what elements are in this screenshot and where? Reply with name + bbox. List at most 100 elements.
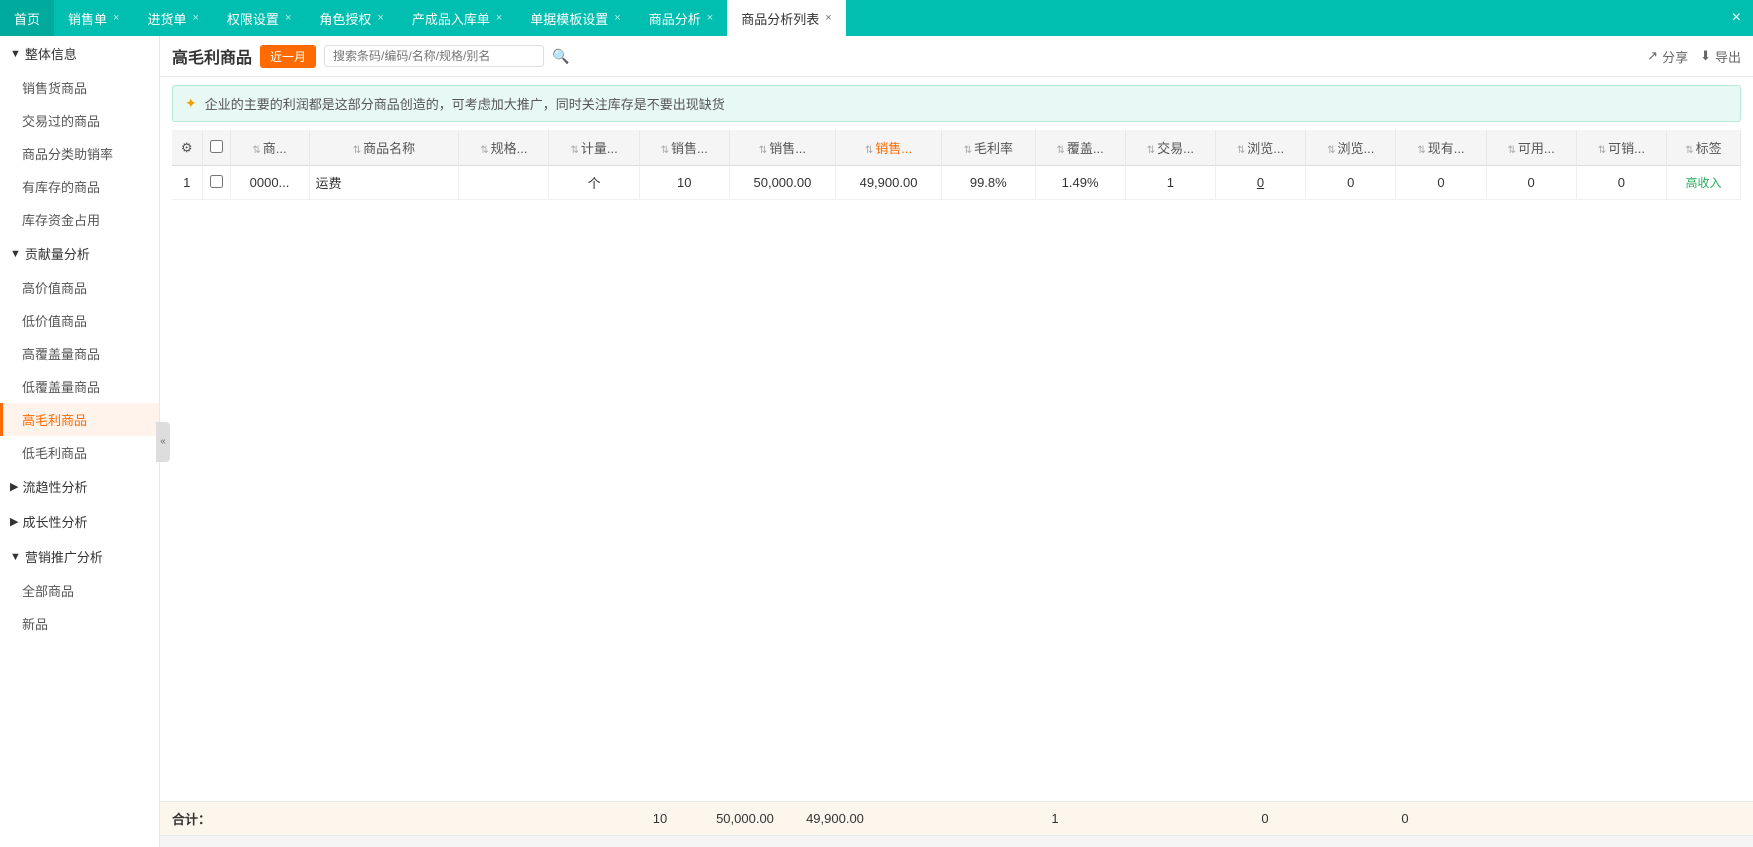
sidebar-item-low-coverage[interactable]: 低覆盖量商品	[0, 370, 159, 403]
nav-label-analysis: 商品分析	[649, 9, 701, 28]
export-icon: ⬇	[1700, 48, 1711, 64]
close-role-icon[interactable]: ×	[377, 12, 383, 24]
nav-item-role[interactable]: 角色授权 ×	[305, 0, 397, 36]
share-icon: ↗	[1647, 48, 1658, 64]
cell-stock-sellable: 0	[1576, 166, 1666, 200]
col-transaction[interactable]: ⇅交易...	[1125, 130, 1215, 166]
page-title: 高毛利商品	[172, 44, 252, 68]
sidebar-item-low-value[interactable]: 低价值商品	[0, 304, 159, 337]
col-settings[interactable]: ⚙	[172, 130, 202, 166]
table-header-row: ⚙ ⇅商... ⇅商品名称 ⇅规格... ⇅计量... ⇅销售... ⇅销售..…	[172, 130, 1741, 166]
footer-sales-cost: 49,900.00	[790, 811, 880, 826]
sidebar-group-marketing[interactable]: ▼ 营销推广分析	[0, 539, 159, 574]
sidebar-group-marketing-label: 营销推广分析	[25, 547, 103, 566]
content-area: 高毛利商品 近一月 🔍 ↗ 分享 ⬇ 导出 ✦ 企业的主要的利润都是这部分商品创…	[160, 36, 1753, 847]
sidebar-group-trend[interactable]: ▶ 流趋性分析	[0, 469, 159, 504]
col-code[interactable]: ⇅商...	[230, 130, 309, 166]
sidebar: ▼ 整体信息 销售货商品 交易过的商品 商品分类助销率 有库存的商品 库存资金占…	[0, 36, 160, 847]
col-spec[interactable]: ⇅规格...	[459, 130, 549, 166]
col-stock-current[interactable]: ⇅现有...	[1396, 130, 1486, 166]
cell-sales-amount: 50,000.00	[729, 166, 835, 200]
info-banner-text: 企业的主要的利润都是这部分商品创造的，可考虑加大推广，同时关注库存是不要出现缺货	[205, 94, 725, 113]
nav-item-purchase[interactable]: 进货单 ×	[133, 0, 212, 36]
nav-item-inventory[interactable]: 产成品入库单 ×	[398, 0, 516, 36]
sidebar-item-category-rate-label: 商品分类助销率	[22, 147, 113, 162]
close-analysis-list-icon[interactable]: ×	[825, 12, 831, 24]
row-checkbox[interactable]	[210, 175, 223, 188]
sidebar-item-high-value[interactable]: 高价值商品	[0, 271, 159, 304]
sidebar-item-high-margin[interactable]: 高毛利商品	[0, 403, 159, 436]
sidebar-group-overall-label: 整体信息	[25, 44, 77, 63]
sidebar-item-sales-goods[interactable]: 销售货商品	[0, 71, 159, 104]
cell-browse2: 0	[1306, 166, 1396, 200]
col-unit[interactable]: ⇅计量...	[549, 130, 639, 166]
col-browse2[interactable]: ⇅浏览...	[1306, 130, 1396, 166]
col-gross-margin[interactable]: ⇅毛利率	[942, 130, 1035, 166]
sidebar-item-traded-goods[interactable]: 交易过的商品	[0, 104, 159, 137]
cell-checkbox[interactable]	[202, 166, 230, 200]
close-purchase-icon[interactable]: ×	[192, 12, 198, 24]
select-all-checkbox[interactable]	[210, 140, 223, 153]
footer-bar: 合计： 10 50,000.00 49,900.00 1 0 0	[160, 801, 1753, 835]
sidebar-item-stocked-goods[interactable]: 有库存的商品	[0, 170, 159, 203]
close-permission-icon[interactable]: ×	[285, 12, 291, 24]
nav-label-analysis-list: 商品分析列表	[741, 9, 819, 28]
sidebar-item-stock-capital-label: 库存资金占用	[22, 213, 100, 228]
close-template-icon[interactable]: ×	[614, 12, 620, 24]
sidebar-item-all-goods[interactable]: 全部商品	[0, 574, 159, 607]
close-sales-icon[interactable]: ×	[113, 12, 119, 24]
sidebar-wrapper: ▼ 整体信息 销售货商品 交易过的商品 商品分类助销率 有库存的商品 库存资金占…	[0, 36, 160, 847]
sidebar-group-growth[interactable]: ▶ 成长性分析	[0, 504, 159, 539]
top-nav-bar: 首页 销售单 × 进货单 × 权限设置 × 角色授权 × 产成品入库单 × 单据…	[0, 0, 1753, 36]
cell-name: 运费	[309, 166, 459, 200]
close-inventory-icon[interactable]: ×	[496, 12, 502, 24]
info-icon: ✦	[185, 95, 197, 112]
cell-browse1[interactable]: 0	[1215, 166, 1305, 200]
export-button[interactable]: ⬇ 导出	[1700, 47, 1741, 66]
col-sales-cost[interactable]: ⇅销售...	[835, 130, 941, 166]
share-button[interactable]: ↗ 分享	[1647, 47, 1688, 66]
cell-gross-margin: 99.8%	[942, 166, 1035, 200]
close-all-button[interactable]: ×	[1720, 0, 1753, 36]
col-tag[interactable]: ⇅标签	[1666, 130, 1740, 166]
nav-label-permission: 权限设置	[227, 9, 279, 28]
nav-label-purchase: 进货单	[147, 9, 186, 28]
sidebar-group-growth-label: 成长性分析	[22, 512, 87, 531]
nav-item-template[interactable]: 单据模板设置 ×	[516, 0, 634, 36]
sidebar-item-category-rate[interactable]: 商品分类助销率	[0, 137, 159, 170]
footer-stock-current: 0	[1230, 811, 1300, 826]
nav-item-sales[interactable]: 销售单 ×	[54, 0, 133, 36]
cell-stock-current: 0	[1396, 166, 1486, 200]
sidebar-item-low-value-label: 低价值商品	[22, 314, 87, 329]
arrow-growth: ▶	[10, 515, 18, 528]
data-table: ⚙ ⇅商... ⇅商品名称 ⇅规格... ⇅计量... ⇅销售... ⇅销售..…	[172, 130, 1741, 200]
nav-item-home[interactable]: 首页	[0, 0, 54, 36]
sidebar-item-low-margin[interactable]: 低毛利商品	[0, 436, 159, 469]
table-container: ⚙ ⇅商... ⇅商品名称 ⇅规格... ⇅计量... ⇅销售... ⇅销售..…	[160, 130, 1753, 801]
scrollbar-area[interactable]	[160, 835, 1753, 847]
sidebar-item-stocked-goods-label: 有库存的商品	[22, 180, 100, 195]
sidebar-item-high-coverage[interactable]: 高覆盖量商品	[0, 337, 159, 370]
col-name[interactable]: ⇅商品名称	[309, 130, 459, 166]
sidebar-item-stock-capital[interactable]: 库存资金占用	[0, 203, 159, 236]
col-sales-qty[interactable]: ⇅销售...	[639, 130, 729, 166]
sidebar-group-contribution[interactable]: ▼ 贡献量分析	[0, 236, 159, 271]
footer-label: 合计：	[172, 809, 252, 828]
col-checkbox[interactable]	[202, 130, 230, 166]
nav-item-analysis[interactable]: 商品分析 ×	[635, 0, 727, 36]
col-browse1[interactable]: ⇅浏览...	[1215, 130, 1305, 166]
close-analysis-icon[interactable]: ×	[707, 12, 713, 24]
sidebar-item-new-goods[interactable]: 新品	[0, 607, 159, 640]
nav-item-permission[interactable]: 权限设置 ×	[213, 0, 305, 36]
search-input[interactable]	[324, 45, 544, 67]
arrow-overall: ▼	[10, 48, 21, 60]
search-button[interactable]: 🔍	[552, 48, 569, 65]
col-stock-sellable[interactable]: ⇅可销...	[1576, 130, 1666, 166]
col-stock-available[interactable]: ⇅可用...	[1486, 130, 1576, 166]
nav-item-analysis-list[interactable]: 商品分析列表 ×	[727, 0, 845, 36]
sidebar-group-overall[interactable]: ▼ 整体信息	[0, 36, 159, 71]
filter-button[interactable]: 近一月	[260, 45, 316, 68]
sidebar-toggle-button[interactable]: «	[156, 422, 170, 462]
col-coverage[interactable]: ⇅覆盖...	[1035, 130, 1125, 166]
col-sales-amount[interactable]: ⇅销售...	[729, 130, 835, 166]
